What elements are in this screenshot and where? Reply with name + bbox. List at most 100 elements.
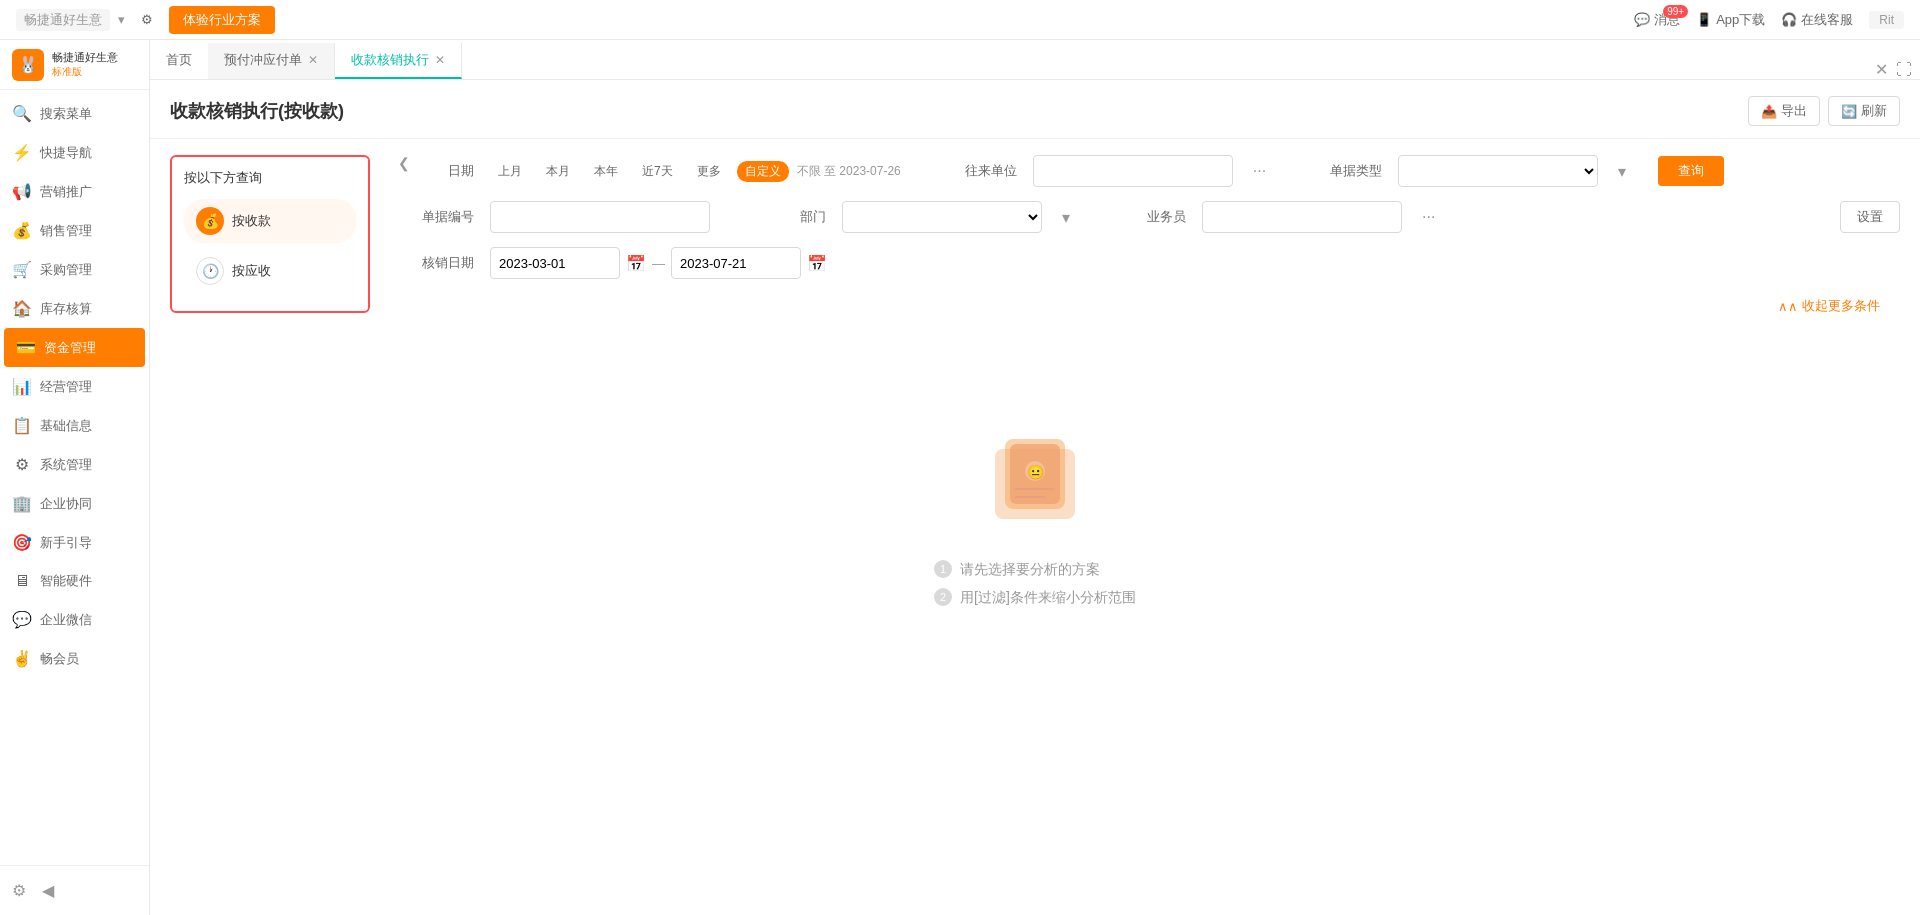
logo-subtitle: 标准版 <box>52 65 118 79</box>
sidebar-label-inventory: 库存核算 <box>40 300 92 318</box>
message-icon: 💬 <box>1634 12 1650 27</box>
verify-date-start-input[interactable] <box>490 247 620 279</box>
gear-icon[interactable]: ⚙ <box>133 6 161 34</box>
verify-date-end-input[interactable] <box>671 247 801 279</box>
doc-no-input[interactable] <box>490 201 710 233</box>
collapse-more-btn[interactable]: ∧∧ 收起更多条件 <box>414 293 1900 323</box>
tab-home[interactable]: 首页 <box>150 43 208 79</box>
sales-icon: 💰 <box>12 221 32 240</box>
tab-prepay-label: 预付冲应付单 <box>224 51 302 69</box>
dept-more-icon[interactable]: ▾ <box>1062 208 1070 227</box>
collapse-filter-btn[interactable]: ❮ <box>394 155 414 171</box>
sidebar-item-purchase[interactable]: 🛒 采购管理 <box>0 250 149 289</box>
sidebar-item-hardware[interactable]: 🖥 智能硬件 <box>0 562 149 600</box>
tab-prepay[interactable]: 预付冲应付单 ✕ <box>208 43 335 79</box>
collapse-sidebar-icon[interactable]: ◀ <box>42 881 54 900</box>
online-service-button[interactable]: 🎧 在线客服 <box>1781 11 1853 29</box>
empty-tip-1: 1 请先选择要分析的方案 <box>934 555 1136 583</box>
verify-date-end-cal-icon[interactable]: 📅 <box>807 254 827 273</box>
filter-option-by-receipt[interactable]: 💰 按收款 <box>184 199 356 243</box>
refresh-button[interactable]: 🔄 刷新 <box>1828 96 1900 126</box>
filter-option-receivable-label: 按应收 <box>232 262 271 280</box>
sidebar-item-sales[interactable]: 💰 销售管理 <box>0 211 149 250</box>
trade-unit-input[interactable] <box>1033 155 1233 187</box>
tip-text-1: 请先选择要分析的方案 <box>960 555 1100 583</box>
date-prev-month[interactable]: 上月 <box>490 160 530 183</box>
maximize-icon[interactable]: ⛶ <box>1896 61 1912 79</box>
tip-num-1: 1 <box>934 560 952 578</box>
filter-option-by-receivable[interactable]: 🕐 按应收 <box>184 249 356 293</box>
doc-type-more-icon[interactable]: ▾ <box>1618 162 1626 181</box>
sidebar-item-enterprise[interactable]: 🏢 企业协同 <box>0 484 149 523</box>
message-badge: 99+ <box>1663 5 1688 18</box>
sidebar-item-search[interactable]: 🔍 搜索菜单 <box>0 94 149 133</box>
dropdown-icon[interactable]: ▾ <box>118 12 125 27</box>
beginner-icon: 🎯 <box>12 533 32 552</box>
sidebar-item-marketing[interactable]: 📢 营销推广 <box>0 172 149 211</box>
sidebar-label-marketing: 营销推广 <box>40 183 92 201</box>
sidebar-label-finance: 资金管理 <box>44 339 96 357</box>
sidebar-label-search: 搜索菜单 <box>40 105 92 123</box>
app-download-button[interactable]: 📱 App下载 <box>1696 11 1765 29</box>
settings-icon[interactable]: ⚙ <box>12 881 26 900</box>
sidebar-item-quick-nav[interactable]: ⚡ 快捷导航 <box>0 133 149 172</box>
export-button[interactable]: 📤 导出 <box>1748 96 1820 126</box>
doc-type-select[interactable] <box>1398 155 1598 187</box>
close-tab-icon[interactable]: ✕ <box>1875 60 1888 79</box>
tab-collection-close[interactable]: ✕ <box>435 53 445 67</box>
sidebar-item-member[interactable]: ✌ 畅会员 <box>0 639 149 678</box>
tab-collection[interactable]: 收款核销执行 ✕ <box>335 43 462 79</box>
collapse-more-label: 收起更多条件 <box>1802 297 1880 315</box>
date-range-text: 不限 至 2023-07-26 <box>797 163 901 180</box>
date-filter-group: 上月 本月 本年 近7天 更多 自定义 不限 至 2023-07-26 <box>490 160 901 183</box>
app-label: App下载 <box>1716 11 1765 29</box>
sidebar-item-base-info[interactable]: 📋 基础信息 <box>0 406 149 445</box>
date-this-year[interactable]: 本年 <box>586 160 626 183</box>
base-info-icon: 📋 <box>12 416 32 435</box>
tab-bar: 首页 预付冲应付单 ✕ 收款核销执行 ✕ ✕ ⛶ <box>150 40 1920 80</box>
settings-button[interactable]: 设置 <box>1840 201 1900 233</box>
logo-text-group: 畅捷通好生意 标准版 <box>52 50 118 78</box>
page-actions: 📤 导出 🔄 刷新 <box>1748 96 1900 126</box>
sidebar-label-hardware: 智能硬件 <box>40 572 92 590</box>
purchase-icon: 🛒 <box>12 260 32 279</box>
verify-date-start-cal-icon[interactable]: 📅 <box>626 254 646 273</box>
date-more[interactable]: 更多 <box>689 160 729 183</box>
sidebar-nav: 🔍 搜索菜单 ⚡ 快捷导航 📢 营销推广 💰 销售管理 🛒 采购管理 🏠 <box>0 90 149 865</box>
date-label: 日期 <box>414 162 474 180</box>
sidebar-bottom: ⚙ ◀ <box>0 865 149 915</box>
tab-prepay-close[interactable]: ✕ <box>308 53 318 67</box>
top-bar-right: 💬 消息 99+ 📱 App下载 🎧 在线客服 Rit <box>1634 11 1904 29</box>
sidebar-item-finance[interactable]: 💳 资金管理 <box>4 328 145 367</box>
sidebar-item-sys-mgmt[interactable]: ⚙ 系统管理 <box>0 445 149 484</box>
query-button[interactable]: 查询 <box>1658 156 1724 186</box>
service-label: 在线客服 <box>1801 11 1853 29</box>
page-content: 收款核销执行(按收款) 📤 导出 🔄 刷新 <box>150 80 1920 915</box>
salesperson-input[interactable] <box>1202 201 1402 233</box>
dept-select[interactable] <box>842 201 1042 233</box>
solution-button[interactable]: 体验行业方案 <box>169 6 275 34</box>
salesperson-more-icon[interactable]: ··· <box>1422 208 1435 226</box>
doc-no-label: 单据编号 <box>414 208 474 226</box>
trade-unit-more-icon[interactable]: ··· <box>1253 162 1266 180</box>
salesperson-label: 业务员 <box>1126 208 1186 226</box>
trade-unit-label: 往来单位 <box>957 162 1017 180</box>
svg-text:😐: 😐 <box>1027 464 1045 481</box>
main-layout: 🐰 畅捷通好生意 标准版 🔍 搜索菜单 ⚡ 快捷导航 📢 营销推广 💰 <box>0 40 1920 915</box>
user-name[interactable]: Rit <box>1869 11 1904 29</box>
date-last-7-days[interactable]: 近7天 <box>634 160 681 183</box>
sidebar-item-wechat[interactable]: 💬 企业微信 <box>0 600 149 639</box>
page-title: 收款核销执行(按收款) <box>170 99 344 123</box>
sidebar-item-operations[interactable]: 📊 经营管理 <box>0 367 149 406</box>
page-inner: 收款核销执行(按收款) 📤 导出 🔄 刷新 <box>150 80 1920 915</box>
date-custom-badge[interactable]: 自定义 <box>737 161 789 182</box>
verify-date-label: 核销日期 <box>414 254 474 272</box>
top-bar-left: 畅捷通好生意 ▾ ⚙ 体验行业方案 <box>16 6 1634 34</box>
date-this-month[interactable]: 本月 <box>538 160 578 183</box>
filter-type-sidebar: 按以下方查询 💰 按收款 🕐 按应收 <box>170 155 370 313</box>
message-button[interactable]: 💬 消息 99+ <box>1634 11 1680 29</box>
hardware-icon: 🖥 <box>12 572 32 590</box>
sidebar-item-beginner[interactable]: 🎯 新手引导 <box>0 523 149 562</box>
empty-state: 😐 1 请先选择要分析的方案 2 用[过滤]条件来缩小分析范围 <box>150 339 1920 691</box>
sidebar-item-inventory[interactable]: 🏠 库存核算 <box>0 289 149 328</box>
